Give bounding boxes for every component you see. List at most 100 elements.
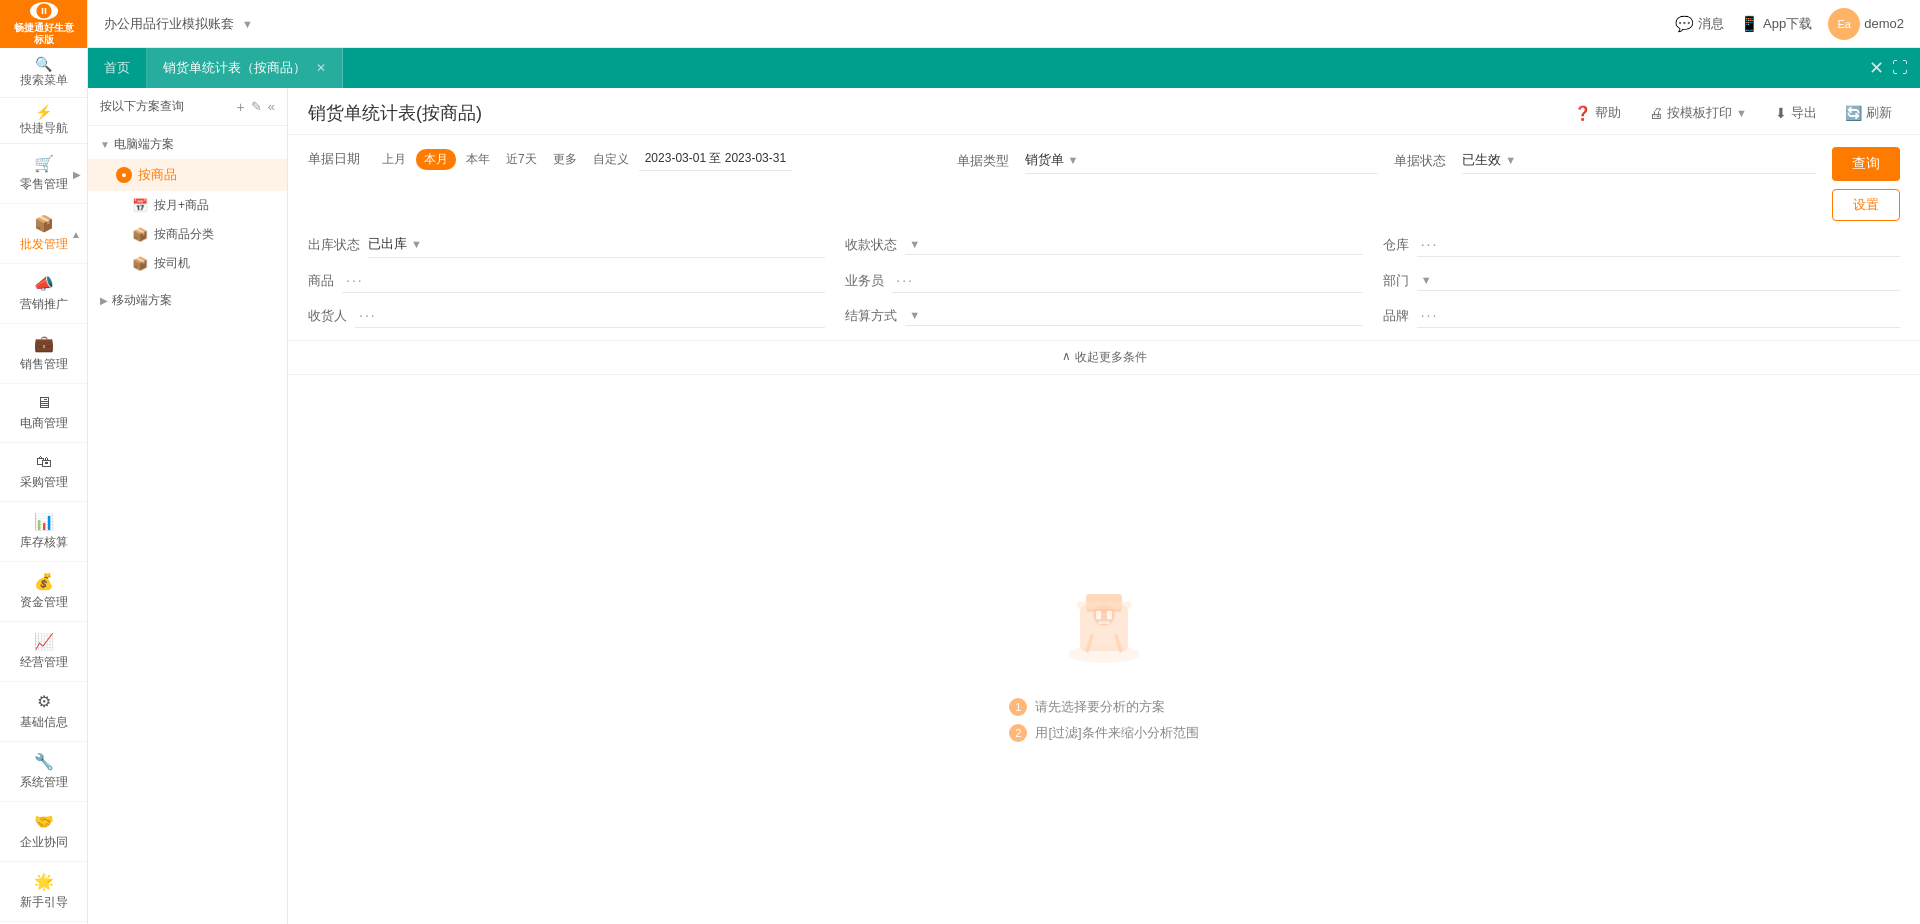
scheme-sub-item-month-product[interactable]: 📅 按月+商品 — [88, 191, 287, 220]
date-tab-this-month[interactable]: 本月 — [416, 149, 456, 170]
quick-nav[interactable]: ⚡ 快捷导航 — [0, 98, 87, 144]
sidebar-item-ecommerce[interactable]: 🖥 电商管理 — [0, 384, 87, 443]
sidebar-item-label: 经营管理 — [20, 654, 68, 671]
user-avatar-btn[interactable]: Ea demo2 — [1828, 8, 1904, 40]
refresh-btn[interactable]: 🔄 刷新 — [1837, 100, 1900, 126]
settle-field: 结算方式 ▼ — [845, 305, 1362, 326]
svg-rect-6 — [1098, 621, 1110, 623]
product-control[interactable]: ··· — [342, 268, 825, 293]
group-collapse-arrow: ▶ — [100, 295, 108, 306]
scheme-sub-item-driver[interactable]: 📦 按司机 — [88, 249, 287, 278]
sidebar-item-guide[interactable]: 🌟 新手引导 — [0, 862, 87, 922]
mobile-group-label: 移动端方案 — [112, 292, 172, 309]
doc-status-dropdown-icon: ▼ — [1505, 154, 1516, 166]
filter-row-2: 出库状态 已出库 ▼ 收款状态 ▼ 仓库 — [308, 231, 1900, 258]
chevron-right-icon: ▶ — [73, 168, 81, 179]
sidebar-item-retail[interactable]: 🛒 零售管理 ▶ — [0, 144, 87, 204]
empty-tip-1: 1 请先选择要分析的方案 — [1009, 698, 1198, 716]
consignee-dots-icon[interactable]: ··· — [359, 307, 377, 323]
warehouse-control[interactable]: ··· — [1417, 232, 1900, 257]
doc-type-label: 单据类型 — [957, 152, 1009, 170]
add-scheme-icon[interactable]: + — [237, 99, 245, 115]
brand-control[interactable]: ··· — [1417, 303, 1900, 328]
sidebar-item-label: 企业协同 — [20, 834, 68, 851]
sidebar-item-wholesale[interactable]: 📦 批发管理 ▲ — [0, 204, 87, 264]
sidebar-item-purchase[interactable]: 🛍 采购管理 — [0, 443, 87, 502]
edit-scheme-icon[interactable]: ✎ — [251, 99, 262, 115]
sales-icon: 💼 — [34, 334, 54, 353]
logo-sub: 标版 — [34, 34, 54, 46]
set-button[interactable]: 设置 — [1832, 189, 1900, 221]
out-status-label: 出库状态 — [308, 236, 360, 254]
tab-sales-stat[interactable]: 销货单统计表（按商品） ✕ — [147, 48, 343, 88]
refresh-label: 刷新 — [1866, 104, 1892, 122]
consignee-control[interactable]: ··· — [355, 303, 825, 328]
brand-dots-icon[interactable]: ··· — [1421, 307, 1439, 323]
active-dot: ● — [116, 167, 132, 183]
tab-bar: 首页 销货单统计表（按商品） ✕ ✕ ⛶ — [88, 48, 1920, 88]
sidebar-item-label: 系统管理 — [20, 774, 68, 791]
collapse-scheme-icon[interactable]: « — [268, 99, 275, 115]
sidebar-item-marketing[interactable]: 📣 营销推广 — [0, 264, 87, 324]
avatar: Ea — [1828, 8, 1860, 40]
sidebar-item-enterprise[interactable]: 🤝 企业协同 — [0, 802, 87, 862]
export-label: 导出 — [1791, 104, 1817, 122]
date-tab-this-year[interactable]: 本年 — [460, 149, 496, 170]
date-tab-last-month[interactable]: 上月 — [376, 149, 412, 170]
doc-type-control[interactable]: 销货单 ▼ — [1025, 147, 1379, 174]
print-label: 按模板打印 — [1667, 104, 1732, 122]
settle-control[interactable]: ▼ — [905, 305, 1362, 326]
date-range-input[interactable]: 2023-03-01 至 2023-03-31 — [639, 147, 792, 171]
salesman-dots-icon[interactable]: ··· — [896, 272, 914, 288]
sidebar-item-sales-mgmt[interactable]: 💼 销售管理 — [0, 324, 87, 384]
doc-status-label: 单据状态 — [1394, 152, 1446, 170]
receipt-status-control[interactable]: ▼ — [905, 234, 1362, 255]
sidebar-item-basic[interactable]: ⚙ 基础信息 — [0, 682, 87, 742]
print-dropdown-icon: ▼ — [1736, 107, 1747, 119]
doc-status-control[interactable]: 已生效 ▼ — [1462, 147, 1816, 174]
sidebar-item-label: 零售管理 — [20, 176, 68, 193]
help-btn[interactable]: ❓ 帮助 — [1566, 100, 1629, 126]
message-btn[interactable]: 💬 消息 — [1675, 15, 1724, 33]
product-dots-icon[interactable]: ··· — [346, 272, 364, 288]
collapse-arrow-icon: ∧ — [1062, 349, 1071, 366]
scheme-group-mobile-title[interactable]: ▶ 移动端方案 — [88, 286, 287, 315]
sidebar-item-label: 电商管理 — [20, 415, 68, 432]
fullscreen-icon[interactable]: ⛶ — [1892, 59, 1908, 77]
out-status-control[interactable]: 已出库 ▼ — [368, 231, 825, 258]
sidebar-item-system[interactable]: 🔧 系统管理 — [0, 742, 87, 802]
brand-label: 品牌 — [1383, 307, 1409, 325]
sidebar-item-finance[interactable]: 💰 资金管理 — [0, 562, 87, 622]
tab-home[interactable]: 首页 — [88, 48, 147, 88]
logo-text: 畅捷通好生意 — [14, 22, 74, 34]
query-button[interactable]: 查询 — [1832, 147, 1900, 181]
export-icon: ⬇ — [1775, 105, 1787, 121]
product-label: 商品 — [308, 272, 334, 290]
close-tab-icon[interactable]: ✕ — [316, 61, 326, 75]
page-header: 销货单统计表(按商品) ❓ 帮助 🖨 按模板打印 ▼ ⬇ 导出 — [288, 88, 1920, 135]
export-btn[interactable]: ⬇ 导出 — [1767, 100, 1825, 126]
sidebar-item-label: 基础信息 — [20, 714, 68, 731]
category-icon: 📦 — [132, 227, 148, 242]
print-btn[interactable]: 🖨 按模板打印 ▼ — [1641, 100, 1755, 126]
date-tab-more[interactable]: 更多 — [547, 149, 583, 170]
search-menu[interactable]: 🔍 搜索菜单 — [0, 48, 87, 98]
dept-control[interactable]: ▼ — [1417, 270, 1900, 291]
warehouse-dots-icon[interactable]: ··· — [1421, 236, 1439, 252]
scheme-group-desktop-title[interactable]: ▼ 电脑端方案 — [88, 130, 287, 159]
top-dropdown-icon[interactable]: ▼ — [242, 18, 253, 30]
scheme-sub-item-category[interactable]: 📦 按商品分类 — [88, 220, 287, 249]
close-all-tabs-icon[interactable]: ✕ — [1869, 57, 1884, 79]
out-status-dropdown-icon: ▼ — [411, 238, 422, 250]
salesman-control[interactable]: ··· — [892, 268, 1362, 293]
topbar: 办公用品行业模拟账套 ▼ 💬 消息 📱 App下载 Ea demo2 — [88, 0, 1920, 48]
date-tab-7days[interactable]: 近7天 — [500, 149, 543, 170]
sidebar-item-operation[interactable]: 📈 经营管理 — [0, 622, 87, 682]
date-tab-custom[interactable]: 自定义 — [587, 149, 635, 170]
sidebar-item-inventory[interactable]: 📊 库存核算 — [0, 502, 87, 562]
scheme-item-by-product[interactable]: ● 按商品 — [88, 159, 287, 191]
empty-illustration — [1044, 558, 1164, 678]
collapse-bar[interactable]: ∧ 收起更多条件 — [288, 341, 1920, 375]
tab-home-label: 首页 — [104, 59, 130, 77]
app-download-btn[interactable]: 📱 App下载 — [1740, 15, 1812, 33]
